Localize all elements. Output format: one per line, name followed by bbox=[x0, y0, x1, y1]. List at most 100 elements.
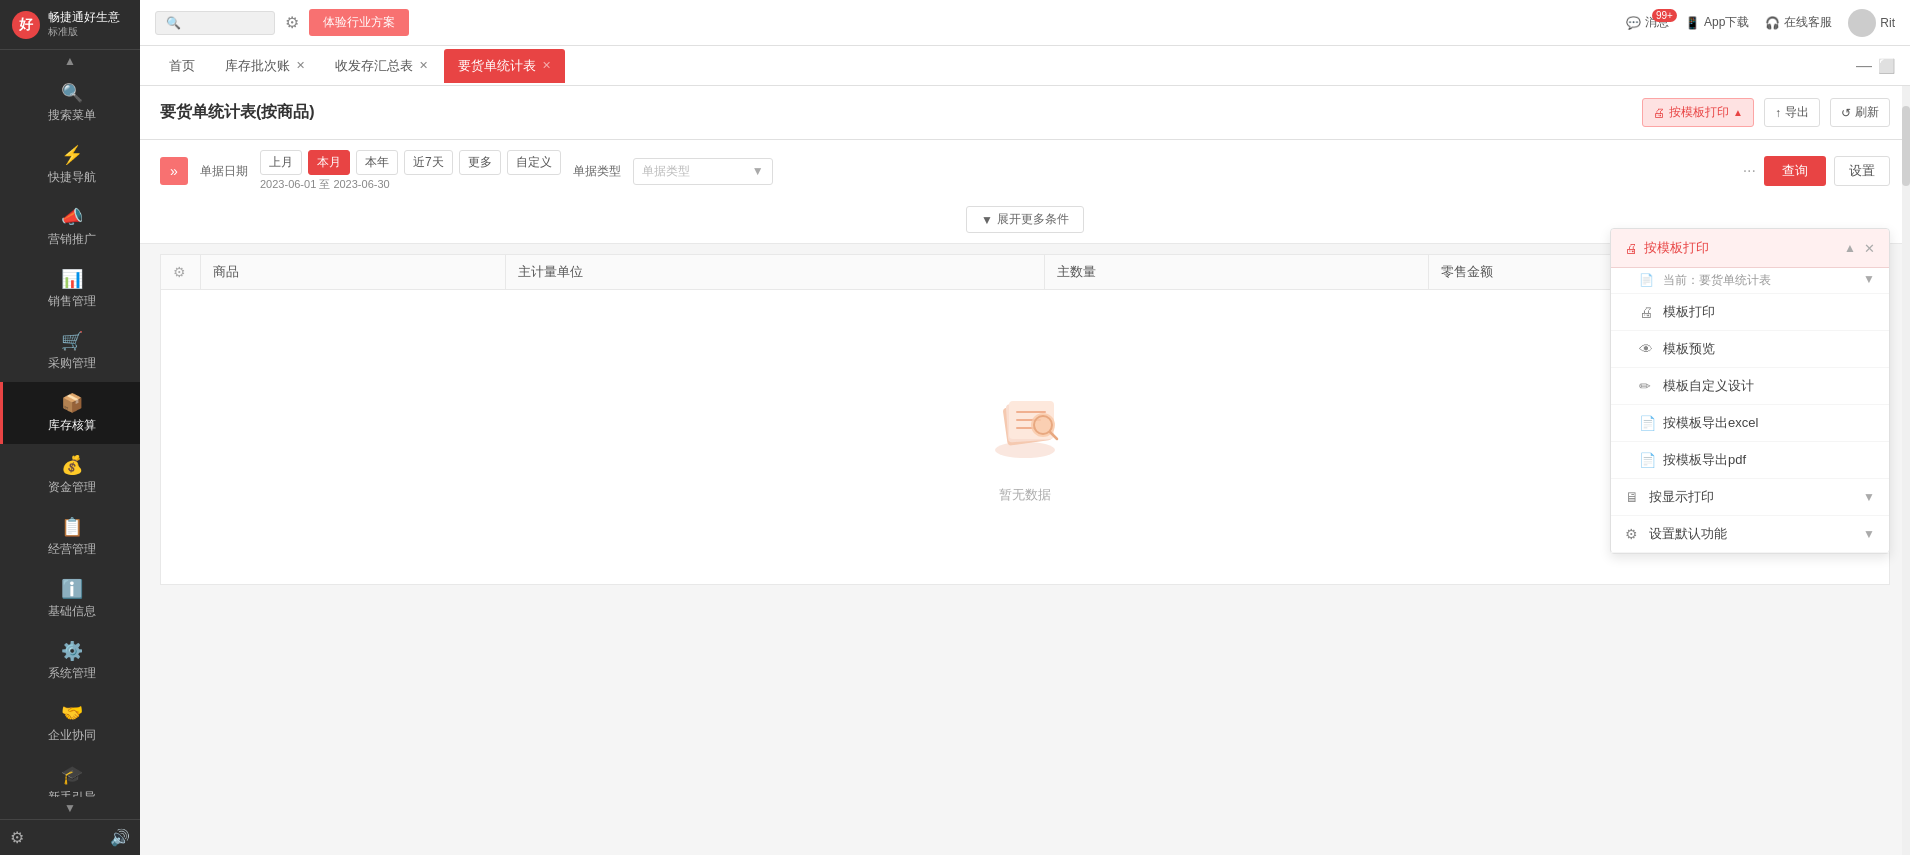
experience-btn[interactable]: 体验行业方案 bbox=[309, 9, 409, 36]
sidebar-item-label: 搜索菜单 bbox=[48, 107, 96, 124]
export-btn[interactable]: ↑ 导出 bbox=[1764, 98, 1820, 127]
dropdown-chevron-up[interactable]: ▲ bbox=[1844, 241, 1856, 255]
settings-bottom-icon[interactable]: ⚙ bbox=[10, 828, 24, 847]
tab-order-stats[interactable]: 要货单统计表 ✕ bbox=[444, 49, 565, 83]
dropdown-title: 按模板打印 bbox=[1644, 239, 1709, 257]
dropdown-item-template-pdf[interactable]: 📄 按模板导出pdf bbox=[1611, 442, 1889, 479]
system-icon: ⚙️ bbox=[61, 640, 83, 662]
more-options-icon[interactable]: ··· bbox=[1743, 162, 1756, 180]
last7days-btn[interactable]: 近7天 bbox=[404, 150, 453, 175]
template-pdf-icon: 📄 bbox=[1639, 452, 1655, 468]
query-btn[interactable]: 查询 bbox=[1764, 156, 1826, 186]
dropdown-item-template-design[interactable]: ✏ 模板自定义设计 bbox=[1611, 368, 1889, 405]
tab-close-order-stats[interactable]: ✕ bbox=[542, 59, 551, 72]
template-print-btn[interactable]: 🖨 按模板打印 ▲ bbox=[1642, 98, 1754, 127]
chevron-down-icon: ▼ bbox=[981, 213, 993, 227]
tab-maximize-icon[interactable]: ⬜ bbox=[1878, 58, 1895, 74]
sidebar-item-cooperation[interactable]: 🤝 企业协同 bbox=[0, 692, 140, 754]
date-container: 上月 本月 本年 近7天 更多 自定义 2023-06-01 至 2023-06… bbox=[260, 150, 561, 192]
dropdown-item-default-setting[interactable]: ⚙ 设置默认功能 ▼ bbox=[1611, 516, 1889, 553]
date-group: 上月 本月 本年 近7天 更多 自定义 bbox=[260, 150, 561, 175]
newbie-icon: 🎓 bbox=[61, 764, 83, 786]
tab-collection-summary[interactable]: 收发存汇总表 ✕ bbox=[321, 49, 442, 83]
sidebar-item-system[interactable]: ⚙️ 系统管理 bbox=[0, 630, 140, 692]
sidebar-item-marketing[interactable]: 📣 营销推广 bbox=[0, 196, 140, 258]
custom-btn[interactable]: 自定义 bbox=[507, 150, 561, 175]
expand-more-label: 展开更多条件 bbox=[997, 211, 1069, 228]
doc-type-label: 单据类型 bbox=[573, 163, 621, 180]
dropdown-item-template-preview[interactable]: 👁 模板预览 bbox=[1611, 331, 1889, 368]
filter-row: » 单据日期 上月 本月 本年 近7天 更多 自定义 2023-06-01 至 … bbox=[160, 150, 1890, 192]
sidebar-item-label: 经营管理 bbox=[48, 541, 96, 558]
dropdown-current-label: 📄 当前：要货单统计表 ▼ bbox=[1611, 268, 1889, 294]
scrollbar-track[interactable] bbox=[1902, 86, 1910, 855]
sidebar-item-label: 营销推广 bbox=[48, 231, 96, 248]
printer-icon: 🖨 bbox=[1653, 106, 1665, 120]
table-settings-header[interactable]: ⚙ bbox=[161, 255, 201, 290]
expand-more-btn[interactable]: ▼ 展开更多条件 bbox=[966, 206, 1084, 233]
submenu-arrow-icon: ▼ bbox=[1863, 490, 1875, 504]
sidebar-item-search-menu[interactable]: 🔍 搜索菜单 bbox=[0, 72, 140, 134]
dropdown-item-template-print[interactable]: 🖨 模板打印 bbox=[1611, 294, 1889, 331]
sidebar-item-quick-nav[interactable]: ⚡ 快捷导航 bbox=[0, 134, 140, 196]
sidebar-scroll-down[interactable]: ▼ bbox=[0, 797, 140, 819]
filter-expand-btn[interactable]: » bbox=[160, 157, 188, 185]
topbar-right: 💬 消息 99+ 📱 App下载 🎧 在线客服 Rit bbox=[1626, 9, 1895, 37]
template-excel-icon: 📄 bbox=[1639, 415, 1655, 431]
tab-label: 要货单统计表 bbox=[458, 57, 536, 75]
this-month-btn[interactable]: 本月 bbox=[308, 150, 350, 175]
current-label-text: 当前：要货单统计表 bbox=[1663, 273, 1771, 287]
sidebar-item-sales[interactable]: 📊 销售管理 bbox=[0, 258, 140, 320]
app-download-item[interactable]: 📱 App下载 bbox=[1685, 14, 1749, 31]
sidebar-item-label: 系统管理 bbox=[48, 665, 96, 682]
more-btn[interactable]: 更多 bbox=[459, 150, 501, 175]
dropdown-header-right: ▲ ✕ bbox=[1844, 241, 1875, 256]
sidebar-item-inventory[interactable]: 📦 库存核算 bbox=[0, 382, 140, 444]
user-avatar-item[interactable]: Rit bbox=[1848, 9, 1895, 37]
dropdown-close-icon[interactable]: ✕ bbox=[1864, 241, 1875, 256]
sidebar-item-label: 基础信息 bbox=[48, 603, 96, 620]
message-item[interactable]: 💬 消息 99+ bbox=[1626, 14, 1669, 31]
template-print-item-label: 模板打印 bbox=[1663, 303, 1715, 321]
tab-minimize-icon[interactable]: — bbox=[1856, 57, 1872, 75]
volume-icon[interactable]: 🔊 bbox=[110, 828, 130, 847]
sidebar-item-basic[interactable]: ℹ️ 基础信息 bbox=[0, 568, 140, 630]
prev-month-btn[interactable]: 上月 bbox=[260, 150, 302, 175]
date-range: 2023-06-01 至 2023-06-30 bbox=[260, 177, 561, 192]
download-icon: 📱 bbox=[1685, 16, 1700, 30]
gear-icon[interactable]: ⚙ bbox=[285, 13, 299, 32]
sidebar-item-purchase[interactable]: 🛒 采购管理 bbox=[0, 320, 140, 382]
display-print-icon: 🖥 bbox=[1625, 489, 1641, 505]
sidebar-item-operation[interactable]: 📋 经营管理 bbox=[0, 506, 140, 568]
tab-inventory-batch[interactable]: 库存批次账 ✕ bbox=[211, 49, 319, 83]
template-print-label: 按模板打印 bbox=[1669, 104, 1729, 121]
sidebar-item-finance[interactable]: 💰 资金管理 bbox=[0, 444, 140, 506]
this-year-btn[interactable]: 本年 bbox=[356, 150, 398, 175]
tab-home[interactable]: 首页 bbox=[155, 49, 209, 83]
tabbar: 首页 库存批次账 ✕ 收发存汇总表 ✕ 要货单统计表 ✕ — ⬜ bbox=[140, 46, 1910, 86]
cooperation-icon: 🤝 bbox=[61, 702, 83, 724]
doc-type-select[interactable]: 单据类型 ▼ bbox=[633, 158, 773, 185]
tab-close-collection-summary[interactable]: ✕ bbox=[419, 59, 428, 72]
setting-btn[interactable]: 设置 bbox=[1834, 156, 1890, 186]
tab-close-inventory-batch[interactable]: ✕ bbox=[296, 59, 305, 72]
message-badge: 99+ bbox=[1652, 9, 1677, 22]
default-setting-icon: ⚙ bbox=[1625, 526, 1641, 542]
current-label-arrow: ▼ bbox=[1863, 272, 1875, 286]
sales-icon: 📊 bbox=[61, 268, 83, 290]
refresh-btn[interactable]: ↺ 刷新 bbox=[1830, 98, 1890, 127]
dropdown-item-display-print[interactable]: 🖥 按显示打印 ▼ bbox=[1611, 479, 1889, 516]
dropdown-menu: 🖨 按模板打印 ▲ ✕ 📄 当前：要货单统计表 ▼ 🖨 模板打印 👁 模板预览 bbox=[1610, 228, 1890, 554]
sidebar-item-newbie[interactable]: 🎓 新手引导 bbox=[0, 754, 140, 797]
sidebar-scroll-up[interactable]: ▲ bbox=[0, 50, 140, 72]
basic-icon: ℹ️ bbox=[61, 578, 83, 600]
search-menu-icon: 🔍 bbox=[61, 82, 83, 104]
topbar-search[interactable]: 🔍 bbox=[155, 11, 275, 35]
topbar: 🔍 ⚙ 体验行业方案 💬 消息 99+ 📱 App下载 🎧 在线客服 Rit bbox=[140, 0, 1910, 46]
display-print-label: 按显示打印 bbox=[1649, 488, 1714, 506]
dropdown-item-template-excel[interactable]: 📄 按模板导出excel bbox=[1611, 405, 1889, 442]
chevron-up-icon: ▲ bbox=[1733, 107, 1743, 118]
scrollbar-thumb[interactable] bbox=[1902, 106, 1910, 186]
table-settings-icon[interactable]: ⚙ bbox=[173, 264, 186, 280]
online-service-item[interactable]: 🎧 在线客服 bbox=[1765, 14, 1832, 31]
